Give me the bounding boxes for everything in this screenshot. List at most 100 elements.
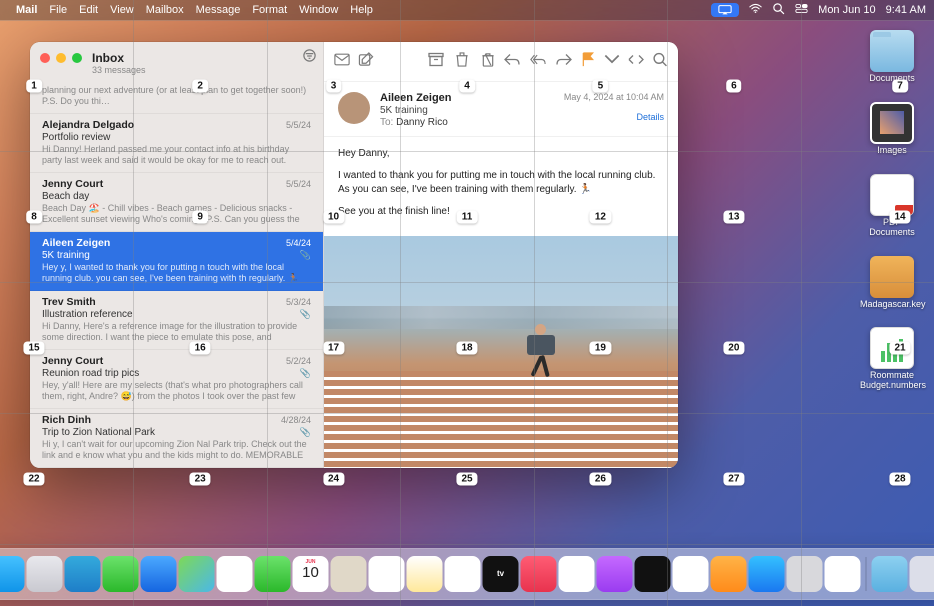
- dock-app-music[interactable]: [521, 556, 557, 592]
- dock-app-podcasts[interactable]: [597, 556, 633, 592]
- dock-app-photos[interactable]: [217, 556, 253, 592]
- details-link[interactable]: Details: [564, 112, 664, 122]
- grid-cell-number: 20: [723, 341, 744, 354]
- menu-window[interactable]: Window: [299, 4, 338, 16]
- dock-app-launchpad[interactable]: [27, 556, 63, 592]
- header-datetime: May 4, 2024 at 10:04 AM: [564, 92, 664, 102]
- menu-view[interactable]: View: [110, 4, 134, 16]
- message-body: Hey Danny, I wanted to thank you for put…: [324, 137, 678, 236]
- dock-app-news[interactable]: [559, 556, 595, 592]
- grid-cell-number: 13: [723, 210, 744, 223]
- header-sender: Aileen Zeigen: [380, 92, 554, 104]
- message-list-item[interactable]: planning our next adventure (or at least…: [30, 82, 323, 114]
- mailbox-count: 33 messages: [92, 65, 146, 75]
- archive-icon[interactable]: [428, 52, 444, 72]
- desktop-folder-images[interactable]: Images: [860, 102, 924, 156]
- maximize-button[interactable]: [72, 53, 82, 63]
- dock-app-pages[interactable]: [711, 556, 747, 592]
- dock-app-reminders[interactable]: [369, 556, 405, 592]
- window-controls: [40, 53, 82, 63]
- sender-avatar[interactable]: [338, 92, 370, 124]
- more-icon[interactable]: [628, 52, 644, 72]
- dock-app-safari[interactable]: [65, 556, 101, 592]
- menu-edit[interactable]: Edit: [79, 4, 98, 16]
- message-list-item[interactable]: Alejandra Delgado5/5/24Portfolio reviewH…: [30, 114, 323, 173]
- grid-cell-number: 26: [590, 472, 611, 485]
- close-button[interactable]: [40, 53, 50, 63]
- dock-app-stocks[interactable]: [635, 556, 671, 592]
- minimize-button[interactable]: [56, 53, 66, 63]
- dock-app-iphone[interactable]: [825, 556, 861, 592]
- message-content-pane: Aileen Zeigen 5K training To: Danny Rico…: [324, 42, 678, 468]
- control-center-icon[interactable]: [795, 2, 808, 18]
- message-list-item[interactable]: Jenny Court5/2/24Reunion road trip pics📎…: [30, 350, 323, 409]
- envelope-icon[interactable]: [334, 52, 350, 72]
- dock-app-maps[interactable]: [179, 556, 215, 592]
- message-list-item[interactable]: Trev Smith5/3/24Illustration reference📎H…: [30, 291, 323, 350]
- screen-mirroring-icon[interactable]: [711, 3, 739, 17]
- dock-app-appstore[interactable]: [749, 556, 785, 592]
- chevron-down-icon[interactable]: [604, 52, 620, 72]
- reply-all-icon[interactable]: [530, 52, 546, 72]
- menubar-time[interactable]: 9:41 AM: [886, 4, 926, 16]
- dock-downloads[interactable]: [872, 556, 908, 592]
- spotlight-icon[interactable]: [772, 2, 785, 18]
- dock-app-freeform[interactable]: [445, 556, 481, 592]
- menu-message[interactable]: Message: [196, 4, 241, 16]
- runner-figure: [526, 324, 556, 384]
- grid-cell-number: 24: [323, 472, 344, 485]
- menu-file[interactable]: File: [49, 4, 67, 16]
- desktop-folder-documents[interactable]: Documents: [860, 30, 924, 84]
- forward-icon[interactable]: [556, 52, 572, 72]
- dock-app-calendar[interactable]: JUN10: [293, 556, 329, 592]
- message-list-item[interactable]: Rich Dinh4/28/24Trip to Zion National Pa…: [30, 409, 323, 468]
- menu-format[interactable]: Format: [252, 4, 287, 16]
- mail-window: Inbox 33 messages planning our next adve…: [30, 42, 678, 468]
- compose-icon[interactable]: [358, 52, 374, 72]
- grid-cell-number: 22: [23, 472, 44, 485]
- trash-icon[interactable]: [454, 52, 470, 72]
- message-list-item[interactable]: Aileen Zeigen5/4/245K training📎Hey y, I …: [30, 232, 323, 291]
- search-icon[interactable]: [652, 52, 668, 72]
- grid-cell-number: 25: [456, 472, 477, 485]
- dock-trash[interactable]: [910, 556, 934, 592]
- grid-cell-number: 28: [889, 472, 910, 485]
- dock-app-settings[interactable]: [787, 556, 823, 592]
- message-list[interactable]: planning our next adventure (or at least…: [30, 82, 323, 468]
- wifi-icon[interactable]: [749, 2, 762, 18]
- dock-app-finder[interactable]: [0, 556, 25, 592]
- filter-icon[interactable]: [302, 48, 317, 68]
- flag-icon[interactable]: [580, 52, 596, 72]
- grid-cell-number: 6: [726, 79, 742, 92]
- window-titlebar: Inbox 33 messages: [30, 42, 323, 82]
- dock-app-messages[interactable]: [103, 556, 139, 592]
- dock-app-tv[interactable]: tv: [483, 556, 519, 592]
- reply-icon[interactable]: [504, 52, 520, 72]
- message-attachment-image[interactable]: [324, 236, 678, 468]
- message-header: Aileen Zeigen 5K training To: Danny Rico…: [324, 82, 678, 137]
- dock-app-mail[interactable]: [141, 556, 177, 592]
- dock-app-contacts[interactable]: [331, 556, 367, 592]
- junk-icon[interactable]: [480, 52, 496, 72]
- desktop-folder-pdf[interactable]: PDF Documents: [860, 174, 924, 238]
- app-menu[interactable]: Mail: [16, 4, 37, 16]
- dock-app-notes[interactable]: [407, 556, 443, 592]
- menu-mailbox[interactable]: Mailbox: [146, 4, 184, 16]
- dock-app-numbers[interactable]: [673, 556, 709, 592]
- desktop-icons: Documents Images PDF Documents Madagasca…: [860, 30, 924, 391]
- grid-cell-number: 23: [190, 472, 211, 485]
- content-toolbar: [324, 42, 678, 82]
- menu-help[interactable]: Help: [350, 4, 373, 16]
- message-list-sidebar: Inbox 33 messages planning our next adve…: [30, 42, 324, 468]
- message-list-item[interactable]: Jenny Court5/5/24Beach dayBeach Day 🏖️ -…: [30, 173, 323, 232]
- header-to: To: Danny Rico: [380, 117, 554, 128]
- menu-bar: Mail File Edit View Mailbox Message Form…: [0, 0, 934, 20]
- mailbox-title: Inbox: [92, 51, 146, 65]
- dock-app-facetime[interactable]: [255, 556, 291, 592]
- dock: JUN10 tv: [0, 548, 934, 600]
- desktop-file-keynote[interactable]: Madagascar.key: [860, 256, 924, 310]
- grid-cell-number: 27: [723, 472, 744, 485]
- desktop-file-numbers[interactable]: Roommate Budget.numbers: [860, 327, 924, 391]
- menubar-date[interactable]: Mon Jun 10: [818, 4, 875, 16]
- header-subject: 5K training: [380, 105, 554, 116]
